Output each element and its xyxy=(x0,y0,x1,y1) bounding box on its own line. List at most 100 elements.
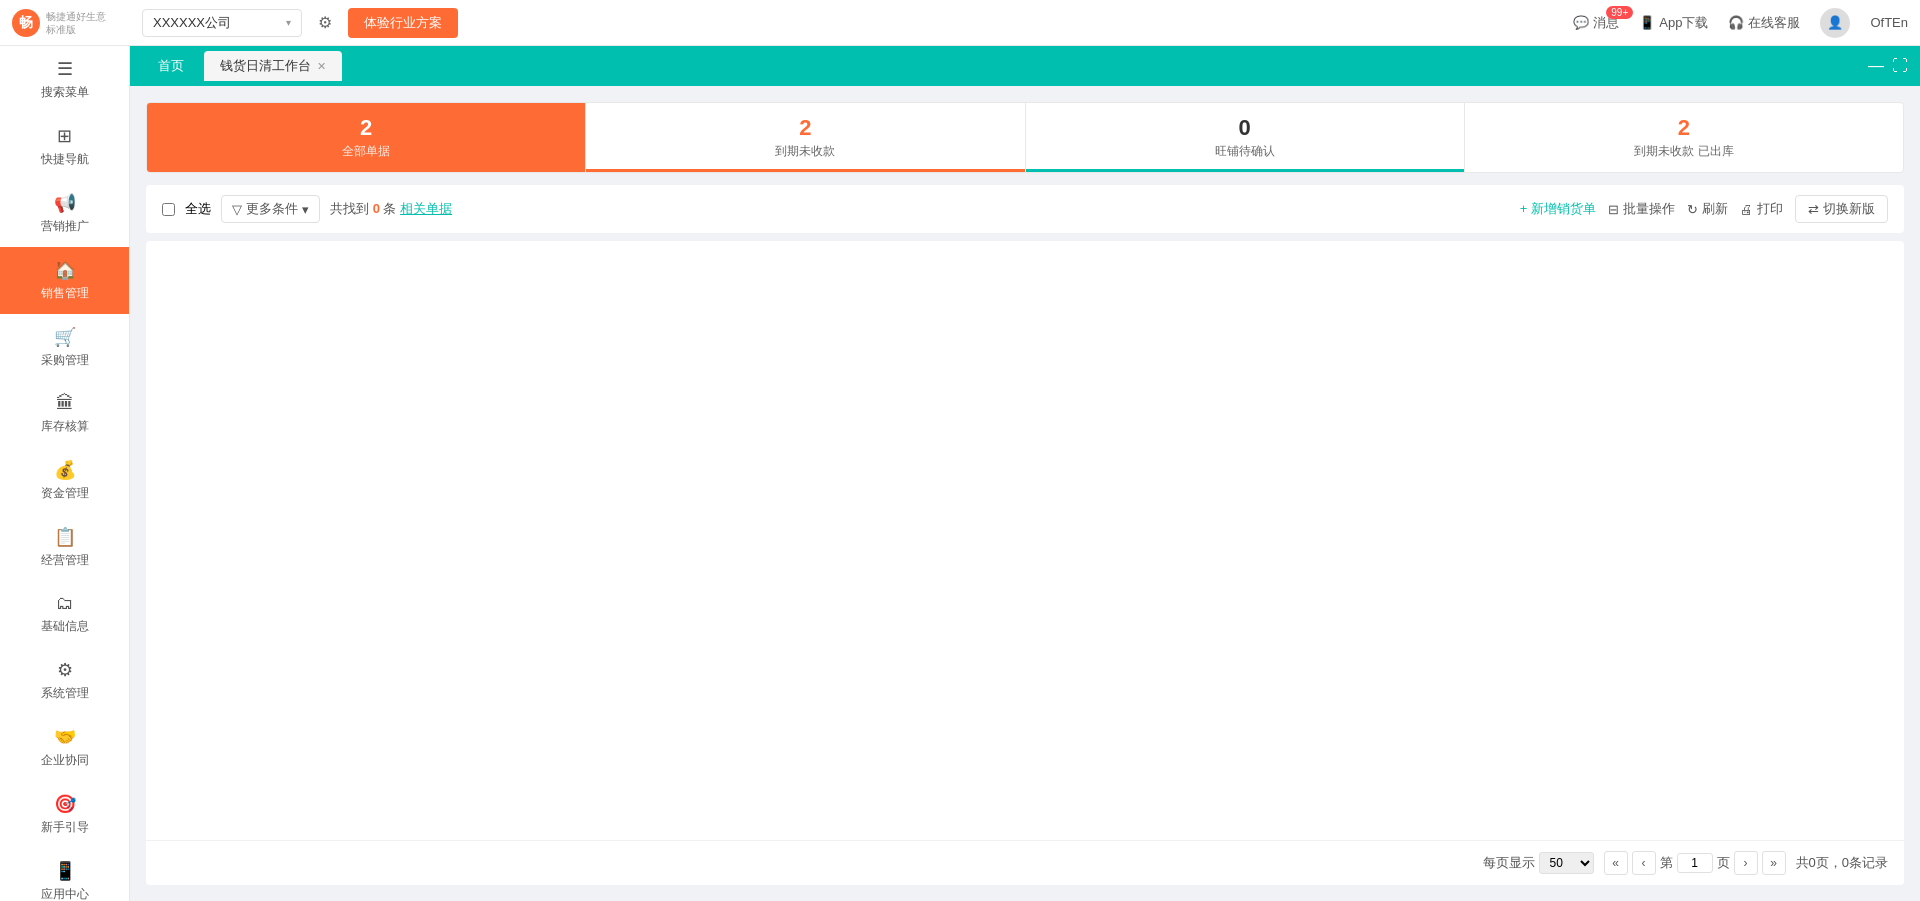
first-page-button[interactable]: « xyxy=(1604,851,1628,875)
stat-tab-all[interactable]: 2 全部单据 xyxy=(147,103,586,172)
database-icon: 🗂 xyxy=(56,593,74,614)
guide-icon: 🎯 xyxy=(54,793,76,815)
sidebar: ☰ 搜索菜单 ⊞ 快捷导航 📢 营销推广 🏠 销售管理 🛒 采购管理 🏛 库存核… xyxy=(0,46,130,901)
sidebar-item-purchase[interactable]: 🛒 采购管理 xyxy=(0,314,129,381)
sidebar-item-base[interactable]: 🗂 基础信息 xyxy=(0,581,129,647)
found-count: 0 xyxy=(373,201,380,216)
sidebar-item-operation[interactable]: 📋 经营管理 xyxy=(0,514,129,581)
top-bar: 畅 畅捷通好生意 标准版 XXXXXX公司 ▾ ⚙ 体验行业方案 💬 消息 99… xyxy=(0,0,1920,46)
main-content: 首页 钱货日清工作台 ✕ — ⛶ 2 全部单据 2 xyxy=(130,46,1920,901)
total-text: 共0页，0条记录 xyxy=(1796,854,1888,872)
last-page-button[interactable]: » xyxy=(1762,851,1786,875)
settings-button[interactable]: ⚙ xyxy=(310,8,340,38)
sidebar-item-label: 销售管理 xyxy=(41,285,89,302)
box-icon: 🏛 xyxy=(56,393,74,414)
page-input[interactable] xyxy=(1677,853,1713,873)
logo-text: 畅捷通好生意 标准版 xyxy=(46,10,106,36)
sidebar-item-marketing[interactable]: 📢 营销推广 xyxy=(0,180,129,247)
sidebar-item-label: 搜索菜单 xyxy=(41,84,89,101)
sidebar-item-search[interactable]: ☰ 搜索菜单 xyxy=(0,46,129,113)
chart-icon: 📋 xyxy=(54,526,76,548)
sidebar-item-finance[interactable]: 💰 资金管理 xyxy=(0,447,129,514)
sidebar-item-inventory[interactable]: 🏛 库存核算 xyxy=(0,381,129,447)
company-name: XXXXXX公司 xyxy=(153,14,282,32)
switch-version-button[interactable]: ⇄ 切换新版 xyxy=(1795,195,1888,223)
toolbar: 全选 ▽ 更多条件 ▾ 共找到 0 条 相关单据 xyxy=(146,185,1904,233)
logo-area: 畅 畅捷通好生意 标准版 xyxy=(12,9,142,37)
sidebar-item-label: 采购管理 xyxy=(41,352,89,369)
batch-button[interactable]: ⊟ 批量操作 xyxy=(1608,200,1675,218)
table-container: 每页显示 10 20 50 100 « ‹ 第 页 xyxy=(146,241,1904,885)
user-name[interactable]: OfTEn xyxy=(1870,15,1908,30)
toolbar-left: 全选 ▽ 更多条件 ▾ 共找到 0 条 相关单据 xyxy=(162,195,1504,223)
company-selector[interactable]: XXXXXX公司 ▾ xyxy=(142,9,302,37)
print-button[interactable]: 🖨 打印 xyxy=(1740,200,1783,218)
content-area: 2 全部单据 2 到期未收款 0 旺铺待确认 2 到期未收款 已出库 xyxy=(130,86,1920,901)
app-download-button[interactable]: 📱 App下载 xyxy=(1639,14,1708,32)
found-text: 共找到 0 条 相关单据 xyxy=(330,200,452,218)
print-icon: 🖨 xyxy=(1740,202,1753,217)
page-size-select[interactable]: 10 20 50 100 xyxy=(1539,852,1594,874)
finance-icon: 💰 xyxy=(54,459,76,481)
sidebar-item-guide[interactable]: 🎯 新手引导 xyxy=(0,781,129,848)
handshake-icon: 🤝 xyxy=(54,726,76,748)
tab-cashflow[interactable]: 钱货日清工作台 ✕ xyxy=(204,51,342,81)
filter-icon: ▽ xyxy=(232,202,242,217)
page-size-selector: 每页显示 10 20 50 100 xyxy=(1483,852,1594,874)
sidebar-item-label: 企业协同 xyxy=(41,752,89,769)
next-page-button[interactable]: › xyxy=(1734,851,1758,875)
message-icon: 💬 xyxy=(1573,15,1589,30)
tab-bar: 首页 钱货日清工作台 ✕ — ⛶ xyxy=(130,46,1920,86)
page-nav: « ‹ 第 页 › » xyxy=(1604,851,1786,875)
stat-count-pending: 0 xyxy=(1042,115,1448,141)
sidebar-item-label: 应用中心 xyxy=(41,886,89,901)
stat-tab-overdue[interactable]: 2 到期未收款 xyxy=(586,103,1025,172)
avatar[interactable]: 👤 xyxy=(1820,8,1850,38)
trial-button[interactable]: 体验行业方案 xyxy=(348,8,458,38)
stat-label-pending: 旺铺待确认 xyxy=(1042,143,1448,160)
minimize-button[interactable]: — xyxy=(1868,57,1884,75)
switch-icon: ⇄ xyxy=(1808,202,1819,217)
sidebar-item-label: 基础信息 xyxy=(41,618,89,635)
sidebar-item-apps[interactable]: 📱 应用中心 xyxy=(0,848,129,901)
stat-tab-pending[interactable]: 0 旺铺待确认 xyxy=(1026,103,1465,172)
sidebar-item-label: 经营管理 xyxy=(41,552,89,569)
gear-icon: ⚙ xyxy=(57,659,73,681)
sidebar-item-sales[interactable]: 🏠 销售管理 xyxy=(0,247,129,314)
refresh-button[interactable]: ↻ 刷新 xyxy=(1687,200,1728,218)
batch-icon: ⊟ xyxy=(1608,202,1619,217)
sidebar-item-label: 营销推广 xyxy=(41,218,89,235)
sidebar-item-label: 快捷导航 xyxy=(41,151,89,168)
sidebar-item-label: 系统管理 xyxy=(41,685,89,702)
select-all-label: 全选 xyxy=(185,200,211,218)
sidebar-item-label: 新手引导 xyxy=(41,819,89,836)
maximize-button[interactable]: ⛶ xyxy=(1892,57,1908,75)
filter-label: 更多条件 xyxy=(246,200,298,218)
refresh-icon: ↻ xyxy=(1687,202,1698,217)
tab-home[interactable]: 首页 xyxy=(142,51,200,81)
close-icon[interactable]: ✕ xyxy=(317,60,326,73)
stat-label-shipped: 到期未收款 已出库 xyxy=(1481,143,1887,160)
sidebar-item-corp[interactable]: 🤝 企业协同 xyxy=(0,714,129,781)
select-all-checkbox[interactable] xyxy=(162,203,175,216)
marketing-icon: 📢 xyxy=(54,192,76,214)
stat-count-overdue: 2 xyxy=(602,115,1008,141)
stat-tab-shipped[interactable]: 2 到期未收款 已出库 xyxy=(1465,103,1903,172)
message-button[interactable]: 💬 消息 99+ xyxy=(1573,14,1619,32)
prev-page-button[interactable]: ‹ xyxy=(1632,851,1656,875)
found-link[interactable]: 相关单据 xyxy=(400,201,452,216)
sidebar-item-quicknav[interactable]: ⊞ 快捷导航 xyxy=(0,113,129,180)
page-label: 第 xyxy=(1660,854,1673,872)
add-order-button[interactable]: + 新增销货单 xyxy=(1516,200,1596,218)
empty-state xyxy=(146,241,1904,840)
filter-button[interactable]: ▽ 更多条件 ▾ xyxy=(221,195,320,223)
online-service-button[interactable]: 🎧 在线客服 xyxy=(1728,14,1800,32)
stat-label-all: 全部单据 xyxy=(163,143,569,160)
sidebar-item-system[interactable]: ⚙ 系统管理 xyxy=(0,647,129,714)
download-icon: 📱 xyxy=(1639,15,1655,30)
grid-icon: ⊞ xyxy=(57,125,72,147)
stats-tabs: 2 全部单据 2 到期未收款 0 旺铺待确认 2 到期未收款 已出库 xyxy=(146,102,1904,173)
top-bar-right: 💬 消息 99+ 📱 App下载 🎧 在线客服 👤 OfTEn xyxy=(1573,8,1908,38)
search-icon: ☰ xyxy=(57,58,73,80)
sidebar-item-label: 库存核算 xyxy=(41,418,89,435)
